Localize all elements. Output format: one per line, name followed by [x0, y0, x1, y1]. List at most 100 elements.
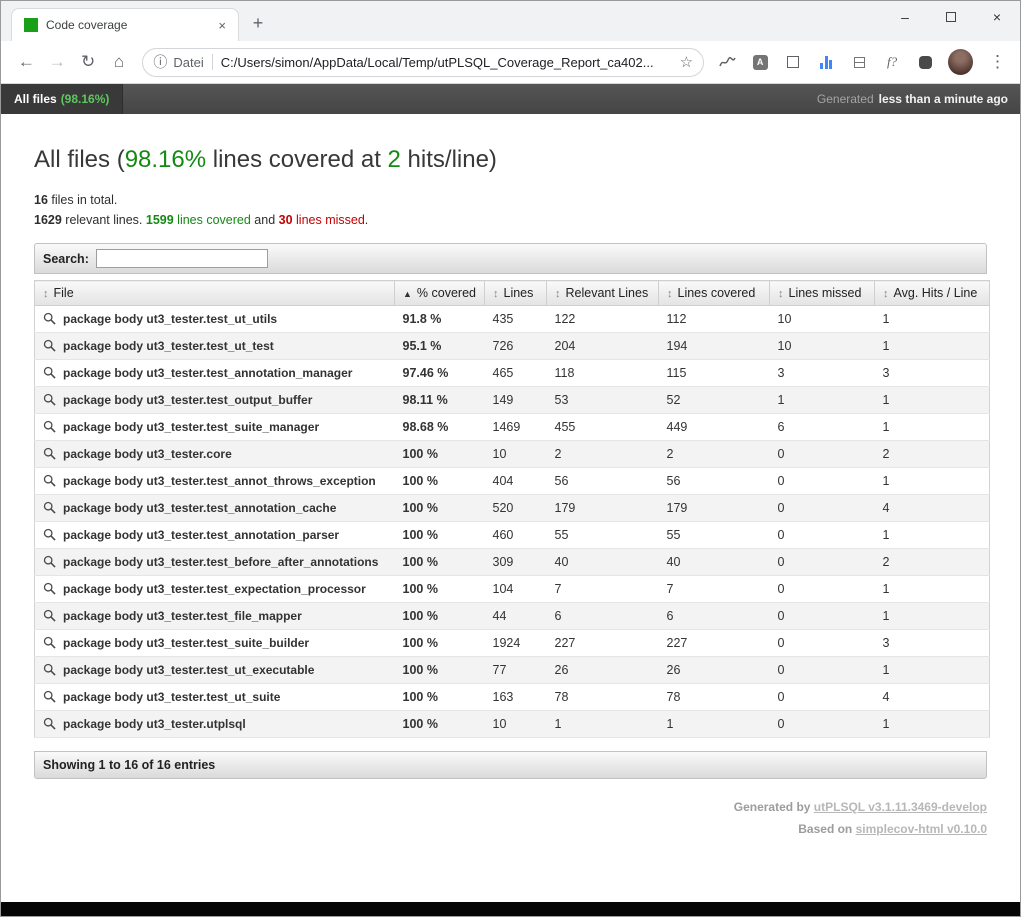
home-button[interactable]: ⌂	[106, 48, 133, 76]
table-row[interactable]: package body ut3_tester.utplsql100 %1011…	[35, 711, 990, 738]
file-name[interactable]: package body ut3_tester.test_annotation_…	[63, 366, 352, 380]
file-name[interactable]: package body ut3_tester.test_suite_build…	[63, 636, 309, 650]
utplsql-version-link[interactable]: utPLSQL v3.1.11.3469-develop	[814, 800, 987, 814]
address-bar[interactable]: ⓘ Datei C:/Users/simon/AppData/Local/Tem…	[142, 48, 704, 77]
file-cell[interactable]: package body ut3_tester.test_expectation…	[35, 576, 395, 603]
screenshot-icon[interactable]	[784, 53, 802, 71]
table-row[interactable]: package body ut3_tester.test_ut_test95.1…	[35, 333, 990, 360]
table-row[interactable]: package body ut3_tester.test_ut_utils91.…	[35, 306, 990, 333]
file-name[interactable]: package body ut3_tester.test_expectation…	[63, 582, 366, 596]
column-header[interactable]: ↕Avg. Hits / Line	[875, 281, 990, 306]
file-name[interactable]: package body ut3_tester.test_annotation_…	[63, 501, 336, 515]
file-cell[interactable]: package body ut3_tester.test_ut_executab…	[35, 657, 395, 684]
table-row[interactable]: package body ut3_tester.test_ut_suite100…	[35, 684, 990, 711]
font-question-icon[interactable]: f?	[883, 53, 901, 71]
lines-cell: 44	[485, 603, 547, 630]
covered-text: lines covered	[174, 213, 251, 227]
url-text[interactable]: C:/Users/simon/AppData/Local/Temp/utPLSQ…	[221, 55, 674, 70]
file-cell[interactable]: package body ut3_tester.test_annotation_…	[35, 360, 395, 387]
search-input[interactable]	[96, 249, 268, 268]
lines-cell: 726	[485, 333, 547, 360]
file-cell[interactable]: package body ut3_tester.test_suite_build…	[35, 630, 395, 657]
table-header-row: ↕File▲% covered↕Lines↕Relevant Lines↕Lin…	[35, 281, 990, 306]
file-name[interactable]: package body ut3_tester.test_ut_executab…	[63, 663, 314, 677]
column-header[interactable]: ↕File	[35, 281, 395, 306]
file-name[interactable]: package body ut3_tester.test_ut_utils	[63, 312, 277, 326]
file-cell[interactable]: package body ut3_tester.utplsql	[35, 711, 395, 738]
summary-stats: 16 files in total. 1629 relevant lines. …	[34, 190, 987, 230]
column-header[interactable]: ↕Lines missed	[770, 281, 875, 306]
file-cell[interactable]: package body ut3_tester.test_annot_throw…	[35, 468, 395, 495]
file-name[interactable]: package body ut3_tester.core	[63, 447, 232, 461]
file-cell[interactable]: package body ut3_tester.test_file_mapper	[35, 603, 395, 630]
avg-hits-cell: 1	[875, 387, 990, 414]
table-row[interactable]: package body ut3_tester.test_annotation_…	[35, 495, 990, 522]
table-row[interactable]: package body ut3_tester.test_expectation…	[35, 576, 990, 603]
table-row[interactable]: package body ut3_tester.test_output_buff…	[35, 387, 990, 414]
signature-icon[interactable]	[718, 53, 736, 71]
file-cell[interactable]: package body ut3_tester.test_annotation_…	[35, 495, 395, 522]
table-row[interactable]: package body ut3_tester.test_before_afte…	[35, 549, 990, 576]
file-cell[interactable]: package body ut3_tester.core	[35, 441, 395, 468]
file-cell[interactable]: package body ut3_tester.test_suite_manag…	[35, 414, 395, 441]
coverage-table: ↕File▲% covered↕Lines↕Relevant Lines↕Lin…	[34, 280, 990, 738]
column-header[interactable]: ↕Relevant Lines	[547, 281, 659, 306]
table-row[interactable]: package body ut3_tester.test_annotation_…	[35, 360, 990, 387]
lines-covered-cell: 227	[659, 630, 770, 657]
file-name[interactable]: package body ut3_tester.test_annotation_…	[63, 528, 339, 542]
file-name[interactable]: package body ut3_tester.test_before_afte…	[63, 555, 378, 569]
file-name[interactable]: package body ut3_tester.test_output_buff…	[63, 393, 312, 407]
file-name[interactable]: package body ut3_tester.test_ut_test	[63, 339, 274, 353]
relevant-lines-cell: 55	[547, 522, 659, 549]
table-row[interactable]: package body ut3_tester.test_annot_throw…	[35, 468, 990, 495]
column-header[interactable]: ↕Lines covered	[659, 281, 770, 306]
report-tab-bar: All files (98.16%) Generated less than a…	[1, 84, 1020, 114]
forward-button[interactable]: →	[44, 48, 71, 76]
file-name[interactable]: package body ut3_tester.test_annot_throw…	[63, 474, 376, 488]
simplecov-html-link[interactable]: simplecov-html v0.10.0	[856, 822, 987, 836]
file-name[interactable]: package body ut3_tester.test_file_mapper	[63, 609, 302, 623]
tab-close-icon[interactable]: ×	[214, 18, 230, 33]
new-tab-button[interactable]: +	[243, 8, 273, 38]
reload-button[interactable]: ↻	[75, 48, 102, 76]
relevant-lines-cell: 118	[547, 360, 659, 387]
file-name[interactable]: package body ut3_tester.test_ut_suite	[63, 690, 280, 704]
file-cell[interactable]: package body ut3_tester.test_annotation_…	[35, 522, 395, 549]
browser-menu-button[interactable]: ⋮	[985, 52, 1010, 72]
generated-by-line: Generated by utPLSQL v3.1.11.3469-develo…	[34, 797, 987, 819]
avg-hits-cell: 4	[875, 495, 990, 522]
title-pre: All files (	[34, 146, 125, 173]
search-label: Search:	[43, 252, 89, 266]
browser-tab[interactable]: Code coverage ×	[11, 8, 239, 41]
file-cell[interactable]: package body ut3_tester.test_output_buff…	[35, 387, 395, 414]
back-button[interactable]: ←	[13, 48, 40, 76]
table-row[interactable]: package body ut3_tester.core100 %102202	[35, 441, 990, 468]
close-button[interactable]: ×	[974, 1, 1020, 33]
column-header[interactable]: ▲% covered	[395, 281, 485, 306]
package-icon[interactable]	[850, 53, 868, 71]
search-bar: Search:	[34, 243, 987, 274]
table-row[interactable]: package body ut3_tester.test_annotation_…	[35, 522, 990, 549]
file-cell[interactable]: package body ut3_tester.test_ut_utils	[35, 306, 395, 333]
file-name[interactable]: package body ut3_tester.test_suite_manag…	[63, 420, 319, 434]
file-name[interactable]: package body ut3_tester.utplsql	[63, 717, 246, 731]
maximize-button[interactable]	[928, 1, 974, 33]
all-files-tab[interactable]: All files (98.16%)	[1, 84, 123, 114]
profile-avatar[interactable]	[948, 49, 973, 75]
bookmark-star-icon[interactable]: ☆	[680, 53, 693, 71]
table-row[interactable]: package body ut3_tester.test_suite_manag…	[35, 414, 990, 441]
column-header[interactable]: ↕Lines	[485, 281, 547, 306]
favicon	[24, 18, 38, 32]
file-cell[interactable]: package body ut3_tester.test_ut_suite	[35, 684, 395, 711]
file-cell[interactable]: package body ut3_tester.test_before_afte…	[35, 549, 395, 576]
page-title: All files (98.16% lines covered at 2 hit…	[34, 146, 987, 174]
table-row[interactable]: package body ut3_tester.test_suite_build…	[35, 630, 990, 657]
table-row[interactable]: package body ut3_tester.test_file_mapper…	[35, 603, 990, 630]
site-info-icon[interactable]: ⓘ	[153, 52, 167, 72]
acrobat-icon[interactable]: A	[751, 53, 769, 71]
minimize-button[interactable]: –	[882, 1, 928, 33]
extension-icon[interactable]	[916, 53, 934, 71]
chart-icon[interactable]	[817, 53, 835, 71]
table-row[interactable]: package body ut3_tester.test_ut_executab…	[35, 657, 990, 684]
file-cell[interactable]: package body ut3_tester.test_ut_test	[35, 333, 395, 360]
